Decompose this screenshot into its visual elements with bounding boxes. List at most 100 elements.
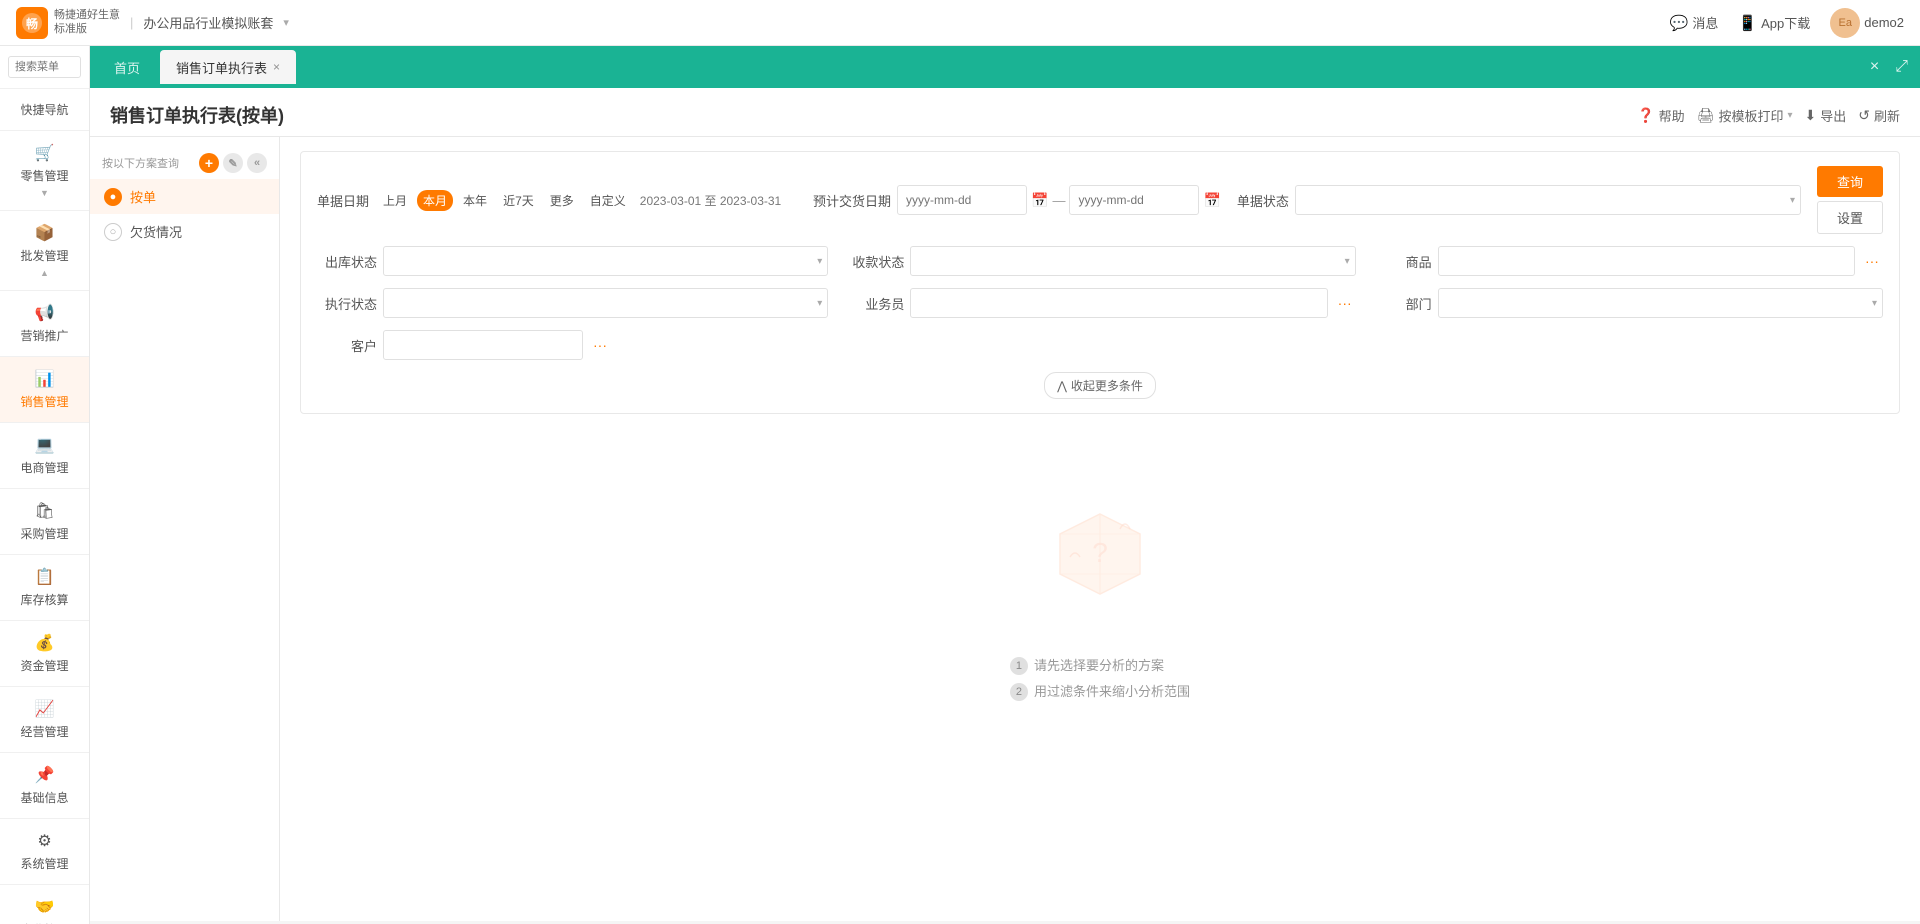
message-icon: 💬 [1670, 14, 1689, 32]
sidebar-item-collab[interactable]: 🤝 企业协同 [0, 885, 89, 924]
finance-icon: 💰 [35, 633, 55, 653]
tab-close-btn[interactable]: × [273, 60, 280, 74]
wholesale-icon: 📦 [35, 223, 55, 243]
collab-icon: 🤝 [35, 897, 55, 917]
scheme-icon-active: ● [104, 188, 122, 206]
avatar: Ea [1830, 8, 1860, 38]
sidebar-item-system[interactable]: ⚙ 系统管理 [0, 819, 89, 885]
logo-icon: 畅 [16, 7, 48, 39]
tab-current[interactable]: 销售订单执行表 × [160, 50, 296, 84]
collapse-btn[interactable]: ⋀ 收起更多条件 [1044, 372, 1156, 399]
filter-row-4: 客户 ··· [317, 330, 1883, 360]
date-separator: — [1052, 193, 1065, 208]
app-download-btn[interactable]: 📱 App下载 [1738, 13, 1810, 32]
collapse-row: ⋀ 收起更多条件 [317, 372, 1883, 399]
empty-state: ? [300, 414, 1900, 785]
empty-text: 1 请先选择要分析的方案 2 用过滤条件来缩小分析范围 [1010, 653, 1190, 705]
empty-step-1: 1 请先选择要分析的方案 [1010, 653, 1190, 679]
basic-info-icon: 📌 [35, 765, 55, 785]
scheme-item-order[interactable]: ● 按单 [90, 179, 279, 214]
salesman-input[interactable] [910, 288, 1327, 318]
tab-home[interactable]: 首页 [98, 50, 156, 84]
print-dropdown-icon[interactable]: ▾ [1787, 110, 1792, 121]
sidebar-item-inventory[interactable]: 📋 库存核算 [0, 555, 89, 621]
payment-select[interactable] [910, 246, 1355, 276]
calendar-start-icon[interactable]: 📅 [1031, 192, 1048, 209]
svg-text:?: ? [1092, 537, 1108, 568]
exec-select[interactable] [383, 288, 828, 318]
message-btn[interactable]: 💬 消息 [1670, 13, 1719, 32]
sidebar-item-wholesale[interactable]: 📦 批发管理 ▲ [0, 211, 89, 291]
sidebar-item-sales[interactable]: 📊 销售管理 [0, 357, 89, 423]
sidebar-item-quick-nav[interactable]: 快捷导航 [0, 89, 89, 131]
left-panel-title: 按以下方案查询 [102, 155, 179, 171]
print-btn[interactable]: 🖨 按模板打印 ▾ [1697, 106, 1793, 125]
shipment-select[interactable] [383, 246, 828, 276]
sidebar-item-marketing[interactable]: 📢 营销推广 [0, 291, 89, 357]
collapse-icon: « [254, 157, 260, 169]
goods-dots-btn[interactable]: ··· [1861, 253, 1883, 269]
sidebar-item-ecommerce[interactable]: 💻 电商管理 [0, 423, 89, 489]
filter-row-3: 执行状态 ▾ 业务员 [317, 288, 1883, 318]
app-title: 办公用品行业模拟账套 [143, 13, 273, 32]
tab-close-action[interactable]: × [1866, 56, 1883, 78]
inner-layout: 按以下方案查询 + ✎ « ● 按单 [90, 137, 1920, 921]
export-btn[interactable]: ⬇ 导出 [1805, 106, 1847, 125]
tab-maximize-action[interactable]: ⤢ [1891, 56, 1912, 78]
sidebar-item-retail[interactable]: 🛒 零售管理 ▼ [0, 131, 89, 211]
sidebar-item-finance[interactable]: 💰 资金管理 [0, 621, 89, 687]
filter-area: 单据日期 上月 本月 本年 近7天 更多 自定义 2023-03-01 至 20… [300, 151, 1900, 414]
add-scheme-btn[interactable]: + [199, 153, 219, 173]
date-range-display: 2023-03-01 至 2023-03-31 [640, 192, 781, 209]
sidebar-item-operation[interactable]: 📈 经营管理 [0, 687, 89, 753]
date-this-month-btn[interactable]: 本月 [417, 190, 453, 211]
salesman-label: 业务员 [844, 294, 904, 313]
date-this-year-btn[interactable]: 本年 [457, 190, 493, 211]
help-icon: ❓ [1637, 107, 1654, 124]
date-quick-btns: 上月 本月 本年 近7天 更多 自定义 [377, 190, 632, 211]
sidebar-search-area [0, 46, 89, 89]
customer-input[interactable] [383, 330, 583, 360]
empty-illustration: ? [1040, 494, 1160, 633]
search-input[interactable] [8, 56, 81, 78]
user-area[interactable]: Ea demo2 [1830, 8, 1904, 38]
query-btn[interactable]: 查询 [1817, 166, 1883, 197]
goods-input[interactable] [1438, 246, 1855, 276]
date-custom-btn[interactable]: 自定义 [584, 190, 632, 211]
expected-date-start[interactable] [897, 185, 1027, 215]
collapse-panel-btn[interactable]: « [247, 153, 267, 173]
status-select-wrapper: ▾ [1295, 185, 1801, 215]
top-header: 畅 畅捷通好生意 标准版 | 办公用品行业模拟账套 ▾ 💬 消息 📱 App下载… [0, 0, 1920, 46]
dropdown-icon[interactable]: ▾ [283, 16, 289, 29]
customer-dots-btn[interactable]: ··· [589, 337, 611, 353]
scheme-item-shortage[interactable]: ○ 欠货情况 [90, 214, 279, 249]
edit-scheme-btn[interactable]: ✎ [223, 153, 243, 173]
tab-bar-actions: × ⤢ [1866, 56, 1912, 78]
page-header: 销售订单执行表(按单) ❓ 帮助 🖨 按模板打印 ▾ ⬇ 导出 [90, 88, 1920, 137]
sidebar-item-purchase[interactable]: 🛍 采购管理 [0, 489, 89, 555]
goods-label: 商品 [1372, 252, 1432, 271]
salesman-dots-btn[interactable]: ··· [1334, 295, 1356, 311]
settings-btn[interactable]: 设置 [1817, 201, 1883, 234]
calendar-end-icon[interactable]: 📅 [1203, 192, 1220, 209]
expected-date-end[interactable] [1069, 185, 1199, 215]
edit-icon: ✎ [228, 157, 237, 170]
date-last-month-btn[interactable]: 上月 [377, 190, 413, 211]
inventory-icon: 📋 [35, 567, 55, 587]
ecommerce-icon: 💻 [35, 435, 55, 455]
date-7days-btn[interactable]: 近7天 [497, 190, 540, 211]
dept-select[interactable] [1438, 288, 1883, 318]
purchase-icon: 🛍 [34, 501, 54, 521]
help-btn[interactable]: ❓ 帮助 [1637, 106, 1684, 125]
sales-icon: 📊 [35, 369, 55, 389]
status-select[interactable] [1295, 185, 1801, 215]
date-more-btn[interactable]: 更多 [544, 190, 580, 211]
sidebar-item-basic-info[interactable]: 📌 基础信息 [0, 753, 89, 819]
tab-bar: 首页 销售订单执行表 × × ⤢ [90, 46, 1920, 88]
export-icon: ⬇ [1805, 107, 1817, 124]
page-title: 销售订单执行表(按单) [110, 102, 284, 128]
payment-select-wrapper: ▾ [910, 246, 1355, 276]
refresh-btn[interactable]: ↺ 刷新 [1858, 106, 1900, 125]
exec-label: 执行状态 [317, 294, 377, 313]
date-label: 单据日期 [317, 191, 369, 210]
